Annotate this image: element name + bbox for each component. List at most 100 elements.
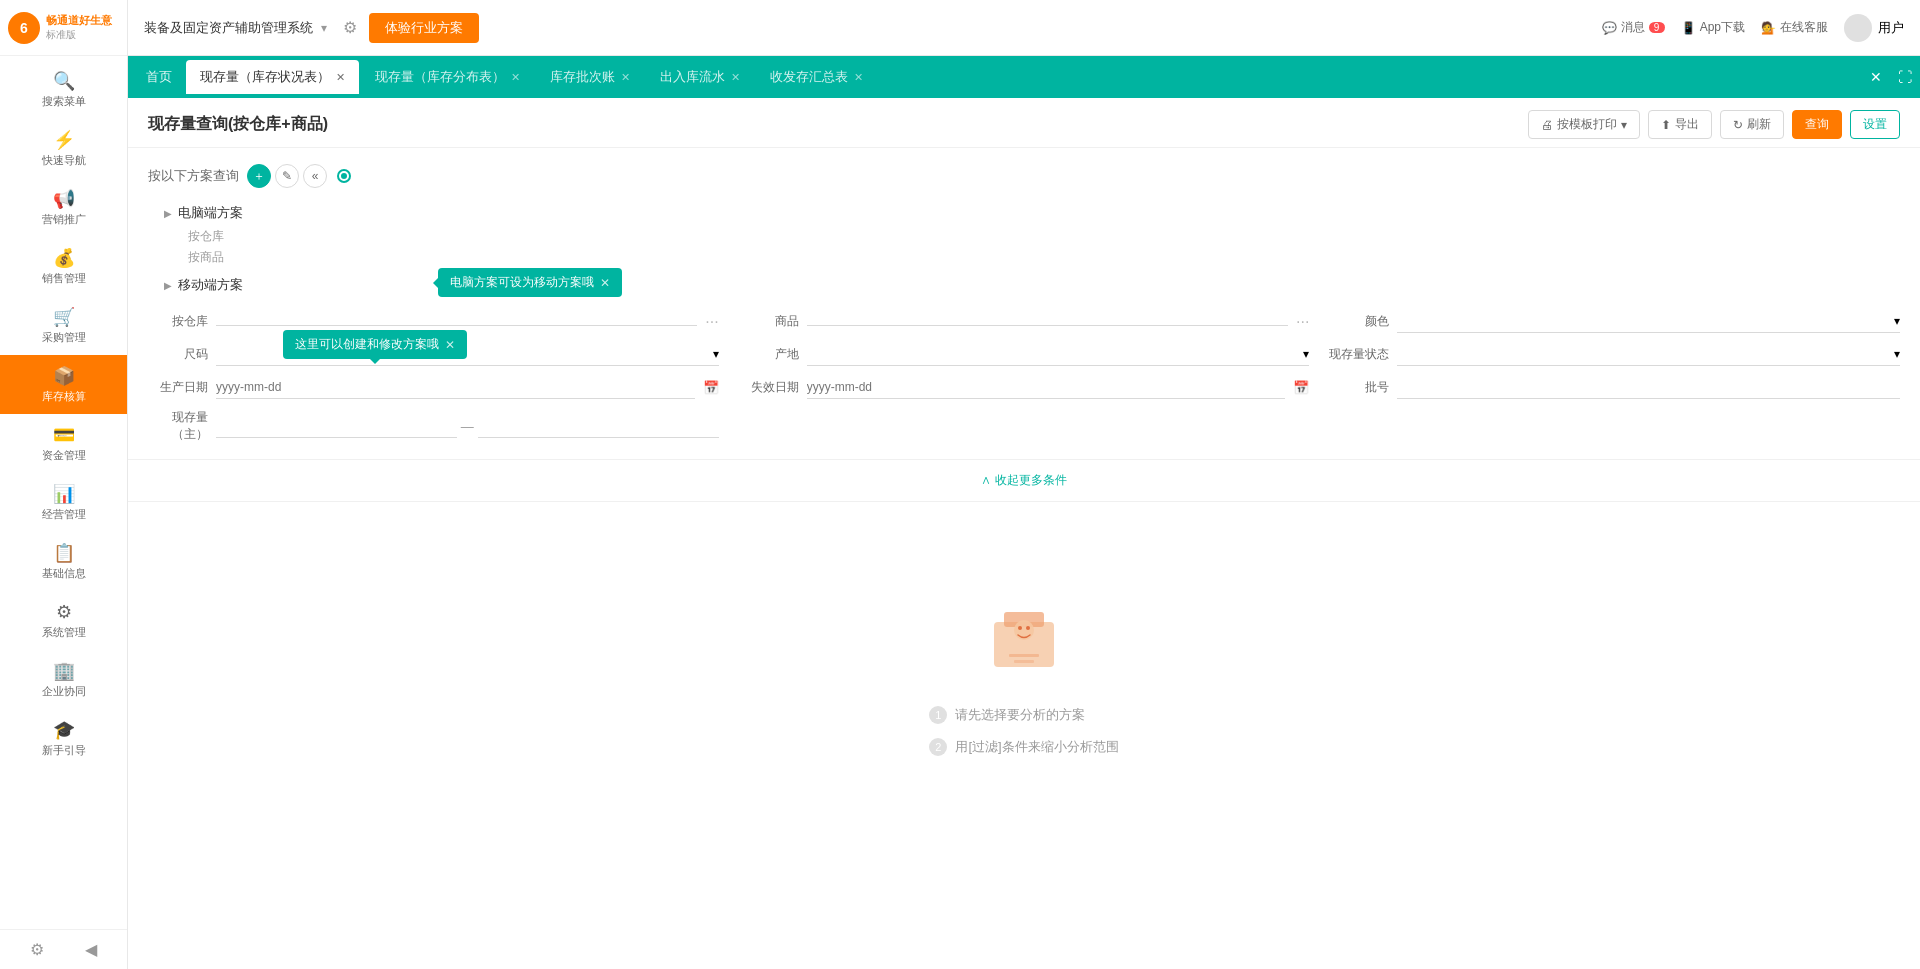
back-scheme-button[interactable]: « xyxy=(303,164,327,188)
scheme-mobile-arrow: ▶ xyxy=(164,280,172,291)
print-button[interactable]: 🖨 按模板打印 ▾ xyxy=(1528,110,1640,139)
expiry-date-label: 失效日期 xyxy=(739,379,799,396)
topbar-message[interactable]: 💬 消息 9 xyxy=(1602,19,1665,36)
goods-dots[interactable]: ··· xyxy=(1296,313,1309,331)
warehouse-select[interactable] xyxy=(216,317,697,326)
system-dropdown-arrow[interactable]: ▾ xyxy=(321,21,327,35)
filter-row-expiry-date: 失效日期 📅 xyxy=(739,376,1310,399)
filter-header: 按以下方案查询 ＋ ✎ « xyxy=(148,164,1900,188)
system-icon: ⚙ xyxy=(56,601,72,623)
scheme-pc-arrow: ▶ xyxy=(164,208,172,219)
batch-input[interactable] xyxy=(1397,376,1900,399)
goods-label: 商品 xyxy=(739,313,799,330)
operation-icon: 📊 xyxy=(53,483,75,505)
tab-close-inventory-dist[interactable]: ✕ xyxy=(511,71,520,84)
print-dropdown-arrow: ▾ xyxy=(1621,118,1627,132)
sidebar-item-marketing[interactable]: 📢 营销推广 xyxy=(0,178,127,237)
logo: 6 畅通道好生意 标准版 xyxy=(0,0,127,56)
expiry-date-input[interactable] xyxy=(807,376,1286,399)
page-actions: 🖨 按模板打印 ▾ ⬆ 导出 ↻ 刷新 查询 设置 xyxy=(1528,110,1900,139)
tabbar-expand-button[interactable]: ⛶ xyxy=(1894,65,1916,89)
edit-scheme-button[interactable]: ✎ xyxy=(275,164,299,188)
tab-collect-summary[interactable]: 收发存汇总表 ✕ xyxy=(756,60,877,94)
experience-button[interactable]: 体验行业方案 xyxy=(369,13,479,43)
tab-home[interactable]: 首页 xyxy=(132,60,186,94)
sidebar-item-search[interactable]: 🔍 搜索菜单 xyxy=(0,60,127,119)
size-dropdown-arrow: ▾ xyxy=(713,347,719,361)
support-icon: 💁 xyxy=(1761,21,1776,35)
export-button[interactable]: ⬆ 导出 xyxy=(1648,110,1712,139)
stock-main-end[interactable] xyxy=(478,415,719,438)
tab-batch-ledger[interactable]: 库存批次账 ✕ xyxy=(536,60,644,94)
filter-row-production-date: 生产日期 📅 xyxy=(148,376,719,399)
sidebar-item-enterprise[interactable]: 🏢 企业协同 xyxy=(0,650,127,709)
tooltip-edit-close[interactable]: ✕ xyxy=(445,338,455,352)
collapse-text: 收起更多条件 xyxy=(995,473,1067,487)
origin-label: 产地 xyxy=(739,346,799,363)
refresh-button[interactable]: ↻ 刷新 xyxy=(1720,110,1784,139)
footer-settings-icon[interactable]: ⚙ xyxy=(30,940,44,959)
topbar-support[interactable]: 💁 在线客服 xyxy=(1761,19,1828,36)
tab-inventory-dist[interactable]: 现存量（库存分布表） ✕ xyxy=(361,60,534,94)
filter-actions: ＋ ✎ « xyxy=(247,164,327,188)
sidebar-item-system[interactable]: ⚙ 系统管理 xyxy=(0,591,127,650)
production-date-calendar-icon[interactable]: 📅 xyxy=(703,380,719,395)
tab-close-in-out-flow[interactable]: ✕ xyxy=(731,71,740,84)
scheme-tree: ▶ 电脑端方案 按仓库 按商品 ▶ 移动端方案 xyxy=(164,200,1900,298)
sidebar-item-operation[interactable]: 📊 经营管理 xyxy=(0,473,127,532)
production-date-start[interactable] xyxy=(216,376,695,399)
tooltip-pc-close[interactable]: ✕ xyxy=(600,276,610,290)
footer-collapse-icon[interactable]: ◀ xyxy=(85,940,97,959)
empty-steps: 1 请先选择要分析的方案 2 用[过滤]条件来缩小分析范围 xyxy=(929,702,1118,760)
tab-in-out-flow[interactable]: 出入库流水 ✕ xyxy=(646,60,754,94)
tabbar-close-all-button[interactable]: ✕ xyxy=(1866,65,1886,89)
scheme-sub-item1[interactable]: 按仓库 xyxy=(188,226,1900,247)
export-icon: ⬆ xyxy=(1661,118,1671,132)
stock-status-select[interactable]: ▾ xyxy=(1397,343,1900,366)
tab-close-inventory-status[interactable]: ✕ xyxy=(336,71,345,84)
query-button[interactable]: 查询 xyxy=(1792,110,1842,139)
tab-close-collect-summary[interactable]: ✕ xyxy=(854,71,863,84)
topbar-system: 装备及固定资产辅助管理系统 ▾ xyxy=(144,19,327,37)
stock-main-label: 现存量（主） xyxy=(148,409,208,443)
color-select[interactable]: ▾ xyxy=(1397,310,1900,333)
collapse-bar[interactable]: ∧ 收起更多条件 xyxy=(128,460,1920,502)
tab-inventory-status[interactable]: 现存量（库存状况表） ✕ xyxy=(186,60,359,94)
filter-label: 按以下方案查询 xyxy=(148,167,239,185)
sidebar-item-purchase[interactable]: 🛒 采购管理 xyxy=(0,296,127,355)
topbar-app[interactable]: 📱 App下载 xyxy=(1681,19,1745,36)
page: 现存量查询(按仓库+商品) 🖨 按模板打印 ▾ ⬆ 导出 ↻ 刷新 查询 设置 xyxy=(128,98,1920,969)
warehouse-dots[interactable]: ··· xyxy=(705,313,718,331)
svg-point-3 xyxy=(1018,626,1022,630)
sidebar-footer: ⚙ ◀ xyxy=(0,929,127,969)
sidebar-item-basic[interactable]: 📋 基础信息 xyxy=(0,532,127,591)
origin-select[interactable]: ▾ xyxy=(807,343,1310,366)
sidebar-item-finance[interactable]: 💳 资金管理 xyxy=(0,414,127,473)
add-scheme-button[interactable]: ＋ xyxy=(247,164,271,188)
sidebar-item-inventory[interactable]: 📦 库存核算 xyxy=(0,355,127,414)
size-label: 尺码 xyxy=(148,346,208,363)
stock-range-sep: — xyxy=(461,419,474,434)
sidebar-item-guide[interactable]: 🎓 新手引导 xyxy=(0,709,127,768)
goods-select[interactable] xyxy=(807,317,1288,326)
topbar-settings-icon[interactable]: ⚙ xyxy=(343,18,357,37)
support-label: 在线客服 xyxy=(1780,19,1828,36)
sidebar-item-sales[interactable]: 💰 销售管理 xyxy=(0,237,127,296)
expiry-date-calendar-icon[interactable]: 📅 xyxy=(1293,380,1309,395)
settings-button[interactable]: 设置 xyxy=(1850,110,1900,139)
filter-row-batch: 批号 xyxy=(1329,376,1900,399)
sidebar-item-quick-nav[interactable]: ⚡ 快速导航 xyxy=(0,119,127,178)
inventory-icon: 📦 xyxy=(53,365,75,387)
collapse-icon: ∧ xyxy=(981,473,991,487)
batch-label: 批号 xyxy=(1329,379,1389,396)
scheme-mobile[interactable]: ▶ 移动端方案 xyxy=(164,272,1900,298)
scheme-pc[interactable]: ▶ 电脑端方案 xyxy=(164,200,1900,226)
tab-close-batch-ledger[interactable]: ✕ xyxy=(621,71,630,84)
topbar-user[interactable]: 用户 xyxy=(1844,14,1904,42)
topbar-right: 💬 消息 9 📱 App下载 💁 在线客服 用户 xyxy=(1602,14,1904,42)
production-date-label: 生产日期 xyxy=(148,379,208,396)
scheme-pc-label: 电脑端方案 xyxy=(178,204,243,222)
scheme-sub-item2[interactable]: 按商品 xyxy=(188,247,1900,268)
stock-main-start[interactable] xyxy=(216,415,457,438)
origin-dropdown-arrow: ▾ xyxy=(1303,347,1309,361)
